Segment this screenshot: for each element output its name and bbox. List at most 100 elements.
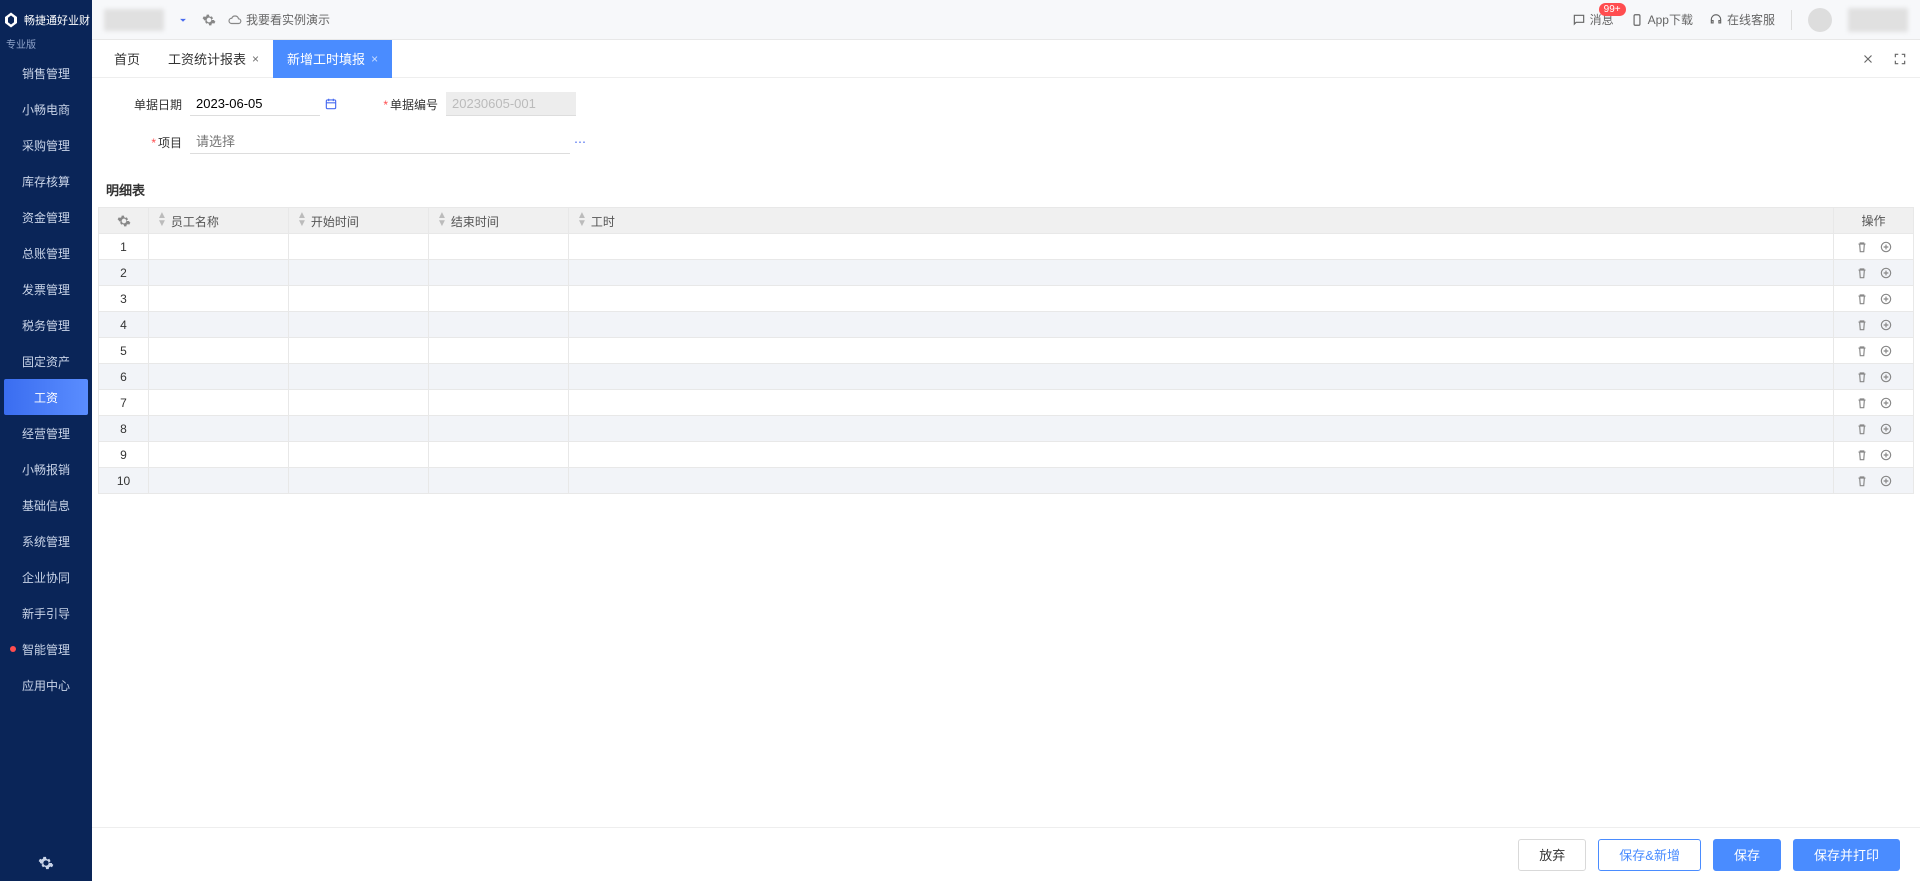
col-header-index[interactable] [99,208,149,234]
cell[interactable] [149,468,289,494]
add-row-button[interactable] [1879,473,1893,488]
delete-row-button[interactable] [1855,395,1869,410]
col-header-name[interactable]: ▲▼员工名称 [149,208,289,234]
cell[interactable] [149,390,289,416]
avatar[interactable] [1808,8,1832,32]
message-link[interactable]: 消息 99+ [1572,11,1614,28]
customer-service-link[interactable]: 在线客服 [1709,11,1775,28]
add-row-button[interactable] [1879,265,1893,280]
cell[interactable] [289,286,429,312]
cell[interactable] [149,234,289,260]
cell[interactable] [149,442,289,468]
chevron-down-icon[interactable] [176,12,190,27]
cell[interactable] [569,312,1834,338]
delete-row-button[interactable] [1855,265,1869,280]
cell[interactable] [289,442,429,468]
sidebar-item-3[interactable]: 库存核算 [0,163,92,199]
cell[interactable] [429,416,569,442]
sidebar-item-12[interactable]: 基础信息 [0,487,92,523]
cell[interactable] [289,260,429,286]
cell[interactable] [149,286,289,312]
sidebar-item-7[interactable]: 税务管理 [0,307,92,343]
delete-row-button[interactable] [1855,421,1869,436]
tab-0[interactable]: 首页 [100,40,154,78]
cell[interactable] [429,338,569,364]
cell[interactable] [429,390,569,416]
project-input[interactable] [190,130,570,154]
cell[interactable] [289,338,429,364]
sidebar-item-15[interactable]: 新手引导 [0,595,92,631]
sidebar-item-9[interactable]: 工资 [4,379,88,415]
col-header-hours[interactable]: ▲▼工时 [569,208,1834,234]
sidebar-item-4[interactable]: 资金管理 [0,199,92,235]
cell[interactable] [569,468,1834,494]
cell[interactable] [149,312,289,338]
cell[interactable] [569,234,1834,260]
cell[interactable] [149,338,289,364]
cell[interactable] [569,338,1834,364]
add-row-button[interactable] [1879,421,1893,436]
project-lookup-button[interactable]: ⋯ [574,135,587,149]
delete-row-button[interactable] [1855,291,1869,306]
tab-1[interactable]: 工资统计报表× [154,40,273,78]
sidebar-item-10[interactable]: 经营管理 [0,415,92,451]
add-row-button[interactable] [1879,447,1893,462]
cell[interactable] [429,234,569,260]
cell[interactable] [569,260,1834,286]
delete-row-button[interactable] [1855,369,1869,384]
delete-row-button[interactable] [1855,317,1869,332]
date-input[interactable] [190,92,320,116]
close-all-tabs-button[interactable] [1856,47,1880,71]
top-settings-button[interactable] [202,13,216,27]
cell[interactable] [569,364,1834,390]
add-row-button[interactable] [1879,369,1893,384]
tab-2[interactable]: 新增工时填报× [273,40,392,78]
sidebar-item-2[interactable]: 采购管理 [0,127,92,163]
cell[interactable] [289,234,429,260]
company-selector[interactable] [104,9,164,31]
tab-close-icon[interactable]: × [371,52,378,66]
cell[interactable] [149,416,289,442]
demo-link[interactable]: 我要看实例演示 [228,11,330,28]
cell[interactable] [569,442,1834,468]
cell[interactable] [429,312,569,338]
add-row-button[interactable] [1879,317,1893,332]
username[interactable] [1848,8,1908,32]
delete-row-button[interactable] [1855,473,1869,488]
add-row-button[interactable] [1879,343,1893,358]
cell[interactable] [569,390,1834,416]
sidebar-item-16[interactable]: 智能管理 [0,631,92,667]
col-header-end[interactable]: ▲▼结束时间 [429,208,569,234]
sidebar-item-0[interactable]: 销售管理 [0,55,92,91]
sidebar-item-1[interactable]: 小畅电商 [0,91,92,127]
delete-row-button[interactable] [1855,447,1869,462]
cell[interactable] [429,260,569,286]
sidebar-item-14[interactable]: 企业协同 [0,559,92,595]
save-and-new-button[interactable]: 保存&新增 [1598,839,1701,871]
sidebar-item-17[interactable]: 应用中心 [0,667,92,703]
sidebar-item-8[interactable]: 固定资产 [0,343,92,379]
cell[interactable] [569,286,1834,312]
cell[interactable] [289,364,429,390]
cell[interactable] [429,442,569,468]
sidebar-item-13[interactable]: 系统管理 [0,523,92,559]
cell[interactable] [149,260,289,286]
calendar-icon[interactable] [324,97,338,112]
tab-close-icon[interactable]: × [252,52,259,66]
cell[interactable] [429,468,569,494]
app-download-link[interactable]: App下载 [1630,11,1693,28]
abandon-button[interactable]: 放弃 [1518,839,1586,871]
add-row-button[interactable] [1879,395,1893,410]
delete-row-button[interactable] [1855,343,1869,358]
sidebar-item-11[interactable]: 小畅报销 [0,451,92,487]
cell[interactable] [429,286,569,312]
add-row-button[interactable] [1879,239,1893,254]
fullscreen-button[interactable] [1888,47,1912,71]
cell[interactable] [289,416,429,442]
cell[interactable] [289,390,429,416]
sidebar-settings-button[interactable] [0,845,92,881]
add-row-button[interactable] [1879,291,1893,306]
save-button[interactable]: 保存 [1713,839,1781,871]
sidebar-item-6[interactable]: 发票管理 [0,271,92,307]
col-header-start[interactable]: ▲▼开始时间 [289,208,429,234]
